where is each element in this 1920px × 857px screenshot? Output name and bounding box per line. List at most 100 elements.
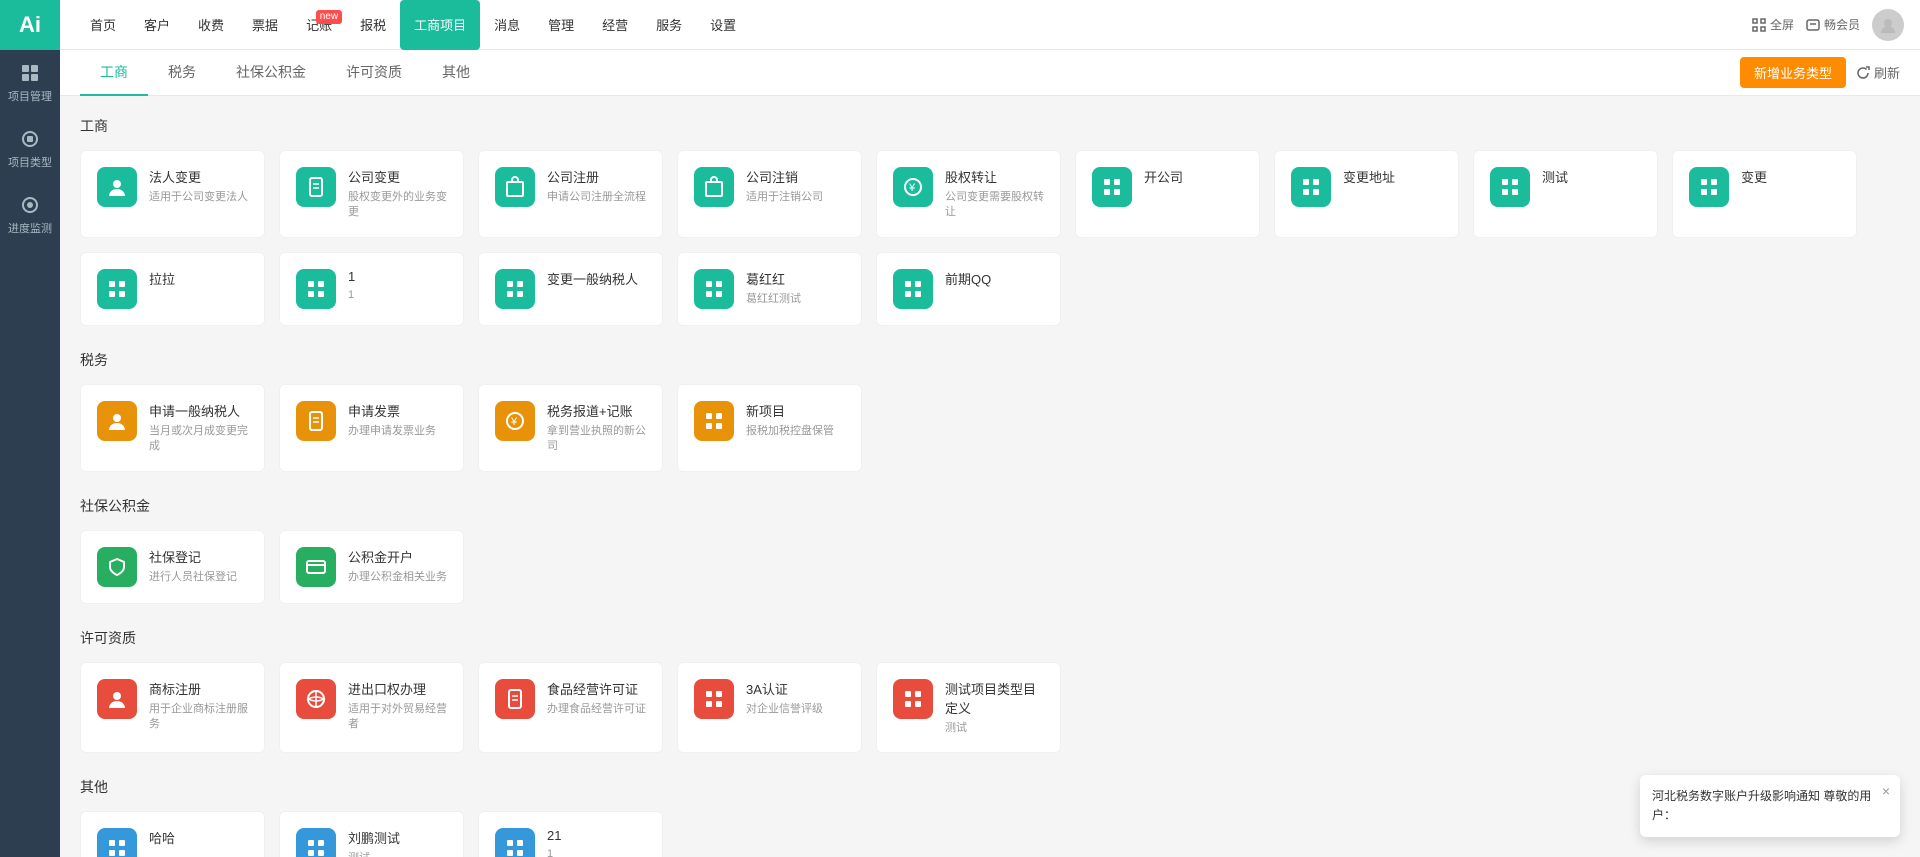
sidebar-label-progress-monitor: 进度监测 (8, 220, 52, 236)
card-desc-fund-open: 办理公积金相关业务 (348, 570, 447, 585)
card-company-cancel[interactable]: 公司注销 适用于注销公司 (677, 150, 862, 238)
fullscreen-label: 全屏 (1770, 16, 1794, 33)
card-text-import-export: 进出口权办理 适用于对外贸易经营者 (348, 679, 447, 733)
avatar[interactable] (1872, 9, 1904, 41)
card-icon-tax-report-account: ¥ (495, 401, 535, 441)
card-apply-general[interactable]: 申请一般纳税人 当月或次月成变更完成 (80, 384, 265, 472)
tax-cards-grid: 申请一般纳税人 当月或次月成变更完成 申请发票 办理申请发票业务 ¥ 税务报道+… (80, 384, 1900, 472)
card-text-legal-change: 法人变更 适用于公司变更法人 (149, 167, 248, 205)
card-title-3a-cert: 3A认证 (746, 679, 845, 698)
nav-manage[interactable]: 管理 (534, 0, 588, 50)
card-twenty-one[interactable]: 21 1 (478, 811, 663, 857)
fullscreen-btn[interactable]: 全屏 (1752, 16, 1794, 33)
card-food-license[interactable]: 食品经营许可证 办理食品经营许可证 (478, 662, 663, 753)
card-company-change[interactable]: 公司变更 股权变更外的业务变更 (279, 150, 464, 238)
card-tax-report-account[interactable]: ¥ 税务报道+记账 拿到营业执照的新公司 (478, 384, 663, 472)
card-test[interactable]: 测试 (1473, 150, 1658, 238)
card-icon-gehonghong (694, 269, 734, 309)
nav-message[interactable]: 消息 (480, 0, 534, 50)
card-text-test-type: 测试项目类型目定义 测试 (945, 679, 1044, 736)
nav-industry[interactable]: 工商项目 (400, 0, 480, 50)
refresh-button[interactable]: 刷新 (1856, 63, 1900, 82)
nav-tax[interactable]: 报税 (346, 0, 400, 50)
progress-monitor-icon (19, 194, 41, 216)
nav-billing[interactable]: 收费 (184, 0, 238, 50)
card-title-change: 变更 (1741, 167, 1840, 186)
card-text-fund-open: 公积金开户 办理公积金相关业务 (348, 547, 447, 585)
card-legal-change[interactable]: 法人变更 适用于公司变更法人 (80, 150, 265, 238)
card-change-address[interactable]: 变更地址 (1274, 150, 1459, 238)
tab-industry[interactable]: 工商 (80, 50, 148, 96)
sidebar-item-project-type[interactable]: 项目类型 (0, 116, 60, 182)
member-btn[interactable]: 畅会员 (1806, 16, 1860, 33)
tab-tax[interactable]: 税务 (148, 50, 216, 96)
tab-social-fund[interactable]: 社保公积金 (216, 50, 326, 96)
card-icon-company-cancel (694, 167, 734, 207)
card-text-change: 变更 (1741, 167, 1840, 190)
section-title-industry: 工商 (80, 116, 1900, 136)
card-icon-apply-invoice (296, 401, 336, 441)
nav-home[interactable]: 首页 (76, 0, 130, 50)
nav-service[interactable]: 服务 (642, 0, 696, 50)
card-qianqi-qq[interactable]: 前期QQ (876, 252, 1061, 326)
card-desc-twenty-one: 1 (547, 847, 646, 857)
card-apply-invoice[interactable]: 申请发票 办理申请发票业务 (279, 384, 464, 472)
nav-customer[interactable]: 客户 (130, 0, 184, 50)
tab-license[interactable]: 许可资质 (326, 50, 422, 96)
card-equity-transfer[interactable]: ¥ 股权转让 公司变更需要股权转让 (876, 150, 1061, 238)
nav-operation[interactable]: 经营 (588, 0, 642, 50)
section-title-social: 社保公积金 (80, 496, 1900, 516)
new-type-button[interactable]: 新增业务类型 (1740, 57, 1846, 88)
sidebar-logo[interactable]: Ai (0, 0, 60, 50)
sidebar-item-project-manage[interactable]: 项目管理 (0, 50, 60, 116)
project-type-icon (19, 128, 41, 150)
card-text-tax-report-account: 税务报道+记账 拿到营业执照的新公司 (547, 401, 646, 455)
card-import-export[interactable]: 进出口权办理 适用于对外贸易经营者 (279, 662, 464, 753)
topnav: 首页 客户 收费 票据 记账 new 报税 工商项目 消息 管理 经营 服务 设… (60, 0, 1920, 50)
tab-bar: 工商 税务 社保公积金 许可资质 其他 新增业务类型 刷新 (60, 50, 1920, 96)
card-title-trademark: 商标注册 (149, 679, 248, 698)
nav-bookkeeping[interactable]: 记账 new (292, 0, 346, 50)
social-cards-grid: 社保登记 进行人员社保登记 公积金开户 办理公积金相关业务 (80, 530, 1900, 604)
card-desc-3a-cert: 对企业信誉评级 (746, 702, 845, 717)
card-liupeng-test[interactable]: 刘鹏测试 测试 (279, 811, 464, 857)
nav-ticket[interactable]: 票据 (238, 0, 292, 50)
card-icon-qianqi-qq (893, 269, 933, 309)
card-title-haha: 哈哈 (149, 828, 248, 847)
card-gehonghong[interactable]: 葛红红 葛红红测试 (677, 252, 862, 326)
card-text-apply-general: 申请一般纳税人 当月或次月成变更完成 (149, 401, 248, 455)
card-title-change-address: 变更地址 (1343, 167, 1442, 186)
card-trademark[interactable]: 商标注册 用于企业商标注册服务 (80, 662, 265, 753)
card-lala[interactable]: 拉拉 (80, 252, 265, 326)
card-haha[interactable]: 哈哈 (80, 811, 265, 857)
card-fund-open[interactable]: 公积金开户 办理公积金相关业务 (279, 530, 464, 604)
sidebar-label-project-type: 项目类型 (8, 154, 52, 170)
card-title-twenty-one: 21 (547, 828, 646, 843)
card-desc-company-change: 股权变更外的业务变更 (348, 190, 447, 221)
card-desc-test-type: 测试 (945, 721, 1044, 736)
card-new-project[interactable]: 新项目 报税加税控盘保管 (677, 384, 862, 472)
card-icon-apply-general (97, 401, 137, 441)
card-change[interactable]: 变更 (1672, 150, 1857, 238)
card-desc-company-cancel: 适用于注销公司 (746, 190, 845, 205)
industry-cards-grid: 法人变更 适用于公司变更法人 公司变更 股权变更外的业务变更 公司注册 申请公司… (80, 150, 1900, 326)
card-test-type[interactable]: 测试项目类型目定义 测试 (876, 662, 1061, 753)
tab-other[interactable]: 其他 (422, 50, 490, 96)
card-one[interactable]: 1 1 (279, 252, 464, 326)
sidebar-item-progress-monitor[interactable]: 进度监测 (0, 182, 60, 248)
card-icon-test-type (893, 679, 933, 719)
card-open-company[interactable]: 开公司 (1075, 150, 1260, 238)
card-change-general[interactable]: 变更一般纳税人 (478, 252, 663, 326)
card-company-register[interactable]: 公司注册 申请公司注册全流程 (478, 150, 663, 238)
notification-close-button[interactable]: × (1882, 783, 1890, 799)
card-social-register[interactable]: 社保登记 进行人员社保登记 (80, 530, 265, 604)
card-3a-cert[interactable]: 3A认证 对企业信誉评级 (677, 662, 862, 753)
card-title-company-cancel: 公司注销 (746, 167, 845, 186)
card-icon-fund-open (296, 547, 336, 587)
nav-settings[interactable]: 设置 (696, 0, 750, 50)
card-icon-trademark (97, 679, 137, 719)
card-title-apply-general: 申请一般纳税人 (149, 401, 248, 420)
card-text-social-register: 社保登记 进行人员社保登记 (149, 547, 248, 585)
card-desc-tax-report-account: 拿到营业执照的新公司 (547, 424, 646, 455)
card-desc-import-export: 适用于对外贸易经营者 (348, 702, 447, 733)
